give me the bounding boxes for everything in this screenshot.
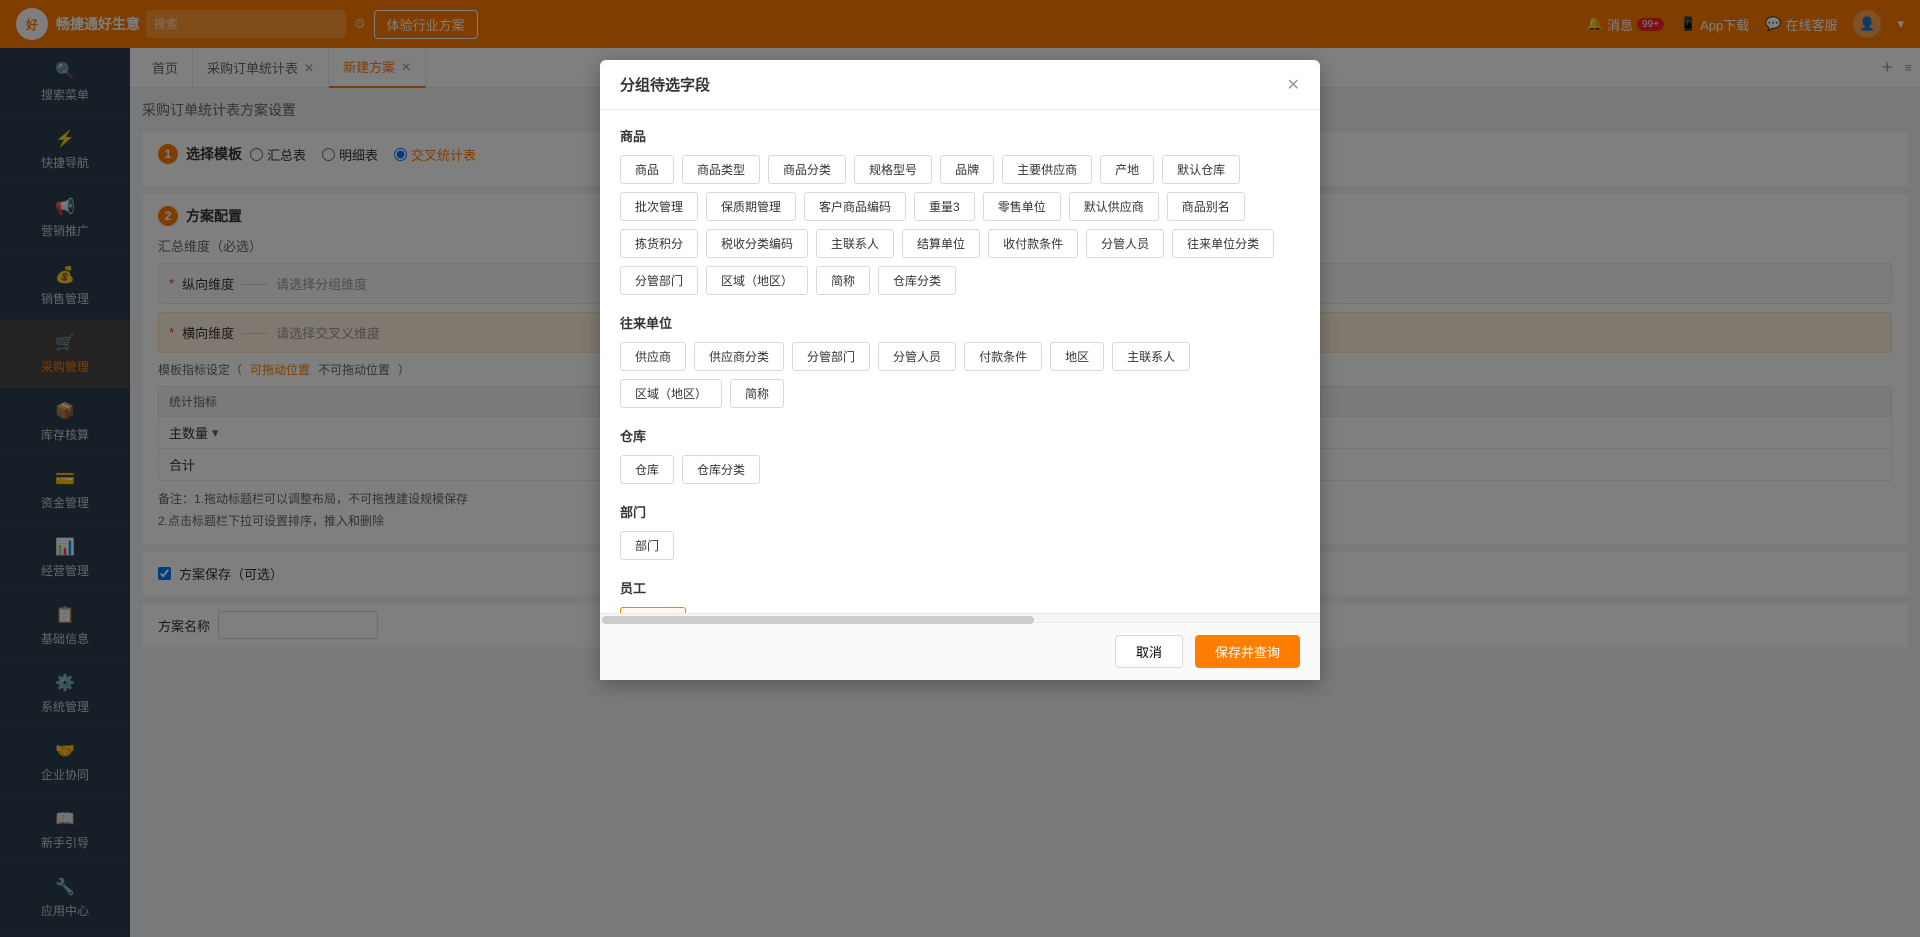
modal-footer: 取消 保存并查询 [600,622,1320,680]
tag-dept2[interactable]: 分管部门 [792,342,870,371]
tag-short-name2[interactable]: 简称 [730,379,784,408]
tag-department[interactable]: 部门 [620,531,674,560]
section-product: 商品 商品 商品类型 商品分类 规格型号 品牌 主要供应商 产地 默认仓库 批次… [620,126,1300,295]
modal-hscroll [600,613,1320,622]
tag-customer-code[interactable]: 客户商品编码 [804,192,906,221]
modal-title: 分组待选字段 [620,74,710,95]
tag-expiry-mgmt[interactable]: 保质期管理 [706,192,796,221]
tag-dept-mgr2[interactable]: 分管人员 [878,342,956,371]
tag-region[interactable]: 区域（地区） [706,266,808,295]
modal-close-button[interactable]: ✕ [1287,75,1300,95]
tag-main-contact[interactable]: 主联系人 [816,229,894,258]
tag-retail-unit[interactable]: 零售单位 [983,192,1061,221]
tag-batch-mgmt[interactable]: 批次管理 [620,192,698,221]
tag-spec-type[interactable]: 规格型号 [854,155,932,184]
section-partner: 往来单位 供应商 供应商分类 分管部门 分管人员 付款条件 地区 主联系人 区域… [620,313,1300,408]
tag-partner-category[interactable]: 往来单位分类 [1172,229,1274,258]
tag-main-supplier[interactable]: 主要供应商 [1002,155,1092,184]
tag-region2[interactable]: 区域（地区） [620,379,722,408]
tag-product-type[interactable]: 商品类型 [682,155,760,184]
product-tags: 商品 商品类型 商品分类 规格型号 品牌 主要供应商 产地 默认仓库 批次管理 … [620,155,1300,295]
tag-area[interactable]: 地区 [1050,342,1104,371]
tag-dept-mgr[interactable]: 分管人员 [1086,229,1164,258]
tag-warehouse-cat[interactable]: 仓库分类 [878,266,956,295]
section-department: 部门 部门 [620,502,1300,560]
warehouse-tags: 仓库 仓库分类 [620,455,1300,484]
tag-weight3[interactable]: 重量3 [914,192,975,221]
modal-overlay: 分组待选字段 ✕ 商品 商品 商品类型 商品分类 规格型号 品牌 主要供应商 产… [0,0,1920,937]
department-tags: 部门 [620,531,1300,560]
cancel-button[interactable]: 取消 [1115,635,1183,668]
section-warehouse: 仓库 仓库 仓库分类 [620,426,1300,484]
tag-default-supplier[interactable]: 默认供应商 [1069,192,1159,221]
field-select-modal: 分组待选字段 ✕ 商品 商品 商品类型 商品分类 规格型号 品牌 主要供应商 产… [600,60,1320,680]
tag-short-name[interactable]: 简称 [816,266,870,295]
tag-warehouse[interactable]: 仓库 [620,455,674,484]
tag-product-alias[interactable]: 商品别名 [1167,192,1245,221]
section-partner-title: 往来单位 [620,313,1300,332]
section-product-title: 商品 [620,126,1300,145]
tag-settlement-unit[interactable]: 结算单位 [902,229,980,258]
tag-payment-cond[interactable]: 付款条件 [964,342,1042,371]
tag-supplier[interactable]: 供应商 [620,342,686,371]
tag-payment-terms[interactable]: 收付款条件 [988,229,1078,258]
partner-tags: 供应商 供应商分类 分管部门 分管人员 付款条件 地区 主联系人 区域（地区） … [620,342,1300,408]
tag-product[interactable]: 商品 [620,155,674,184]
section-employee: 员工 业务员 [620,578,1300,613]
tag-product-category[interactable]: 商品分类 [768,155,846,184]
section-warehouse-title: 仓库 [620,426,1300,445]
save-query-button[interactable]: 保存并查询 [1195,635,1300,668]
tag-pick-points[interactable]: 拣货积分 [620,229,698,258]
modal-body: 商品 商品 商品类型 商品分类 规格型号 品牌 主要供应商 产地 默认仓库 批次… [600,110,1320,613]
tag-brand[interactable]: 品牌 [940,155,994,184]
tag-dept[interactable]: 分管部门 [620,266,698,295]
tag-supplier-category[interactable]: 供应商分类 [694,342,784,371]
section-employee-title: 员工 [620,578,1300,597]
tag-warehouse-category[interactable]: 仓库分类 [682,455,760,484]
tag-default-warehouse[interactable]: 默认仓库 [1162,155,1240,184]
tag-origin[interactable]: 产地 [1100,155,1154,184]
tag-tax-code[interactable]: 税收分类编码 [706,229,808,258]
modal-hscroll-thumb [602,616,1034,624]
tag-main-contact2[interactable]: 主联系人 [1112,342,1190,371]
section-department-title: 部门 [620,502,1300,521]
modal-header: 分组待选字段 ✕ [600,60,1320,110]
